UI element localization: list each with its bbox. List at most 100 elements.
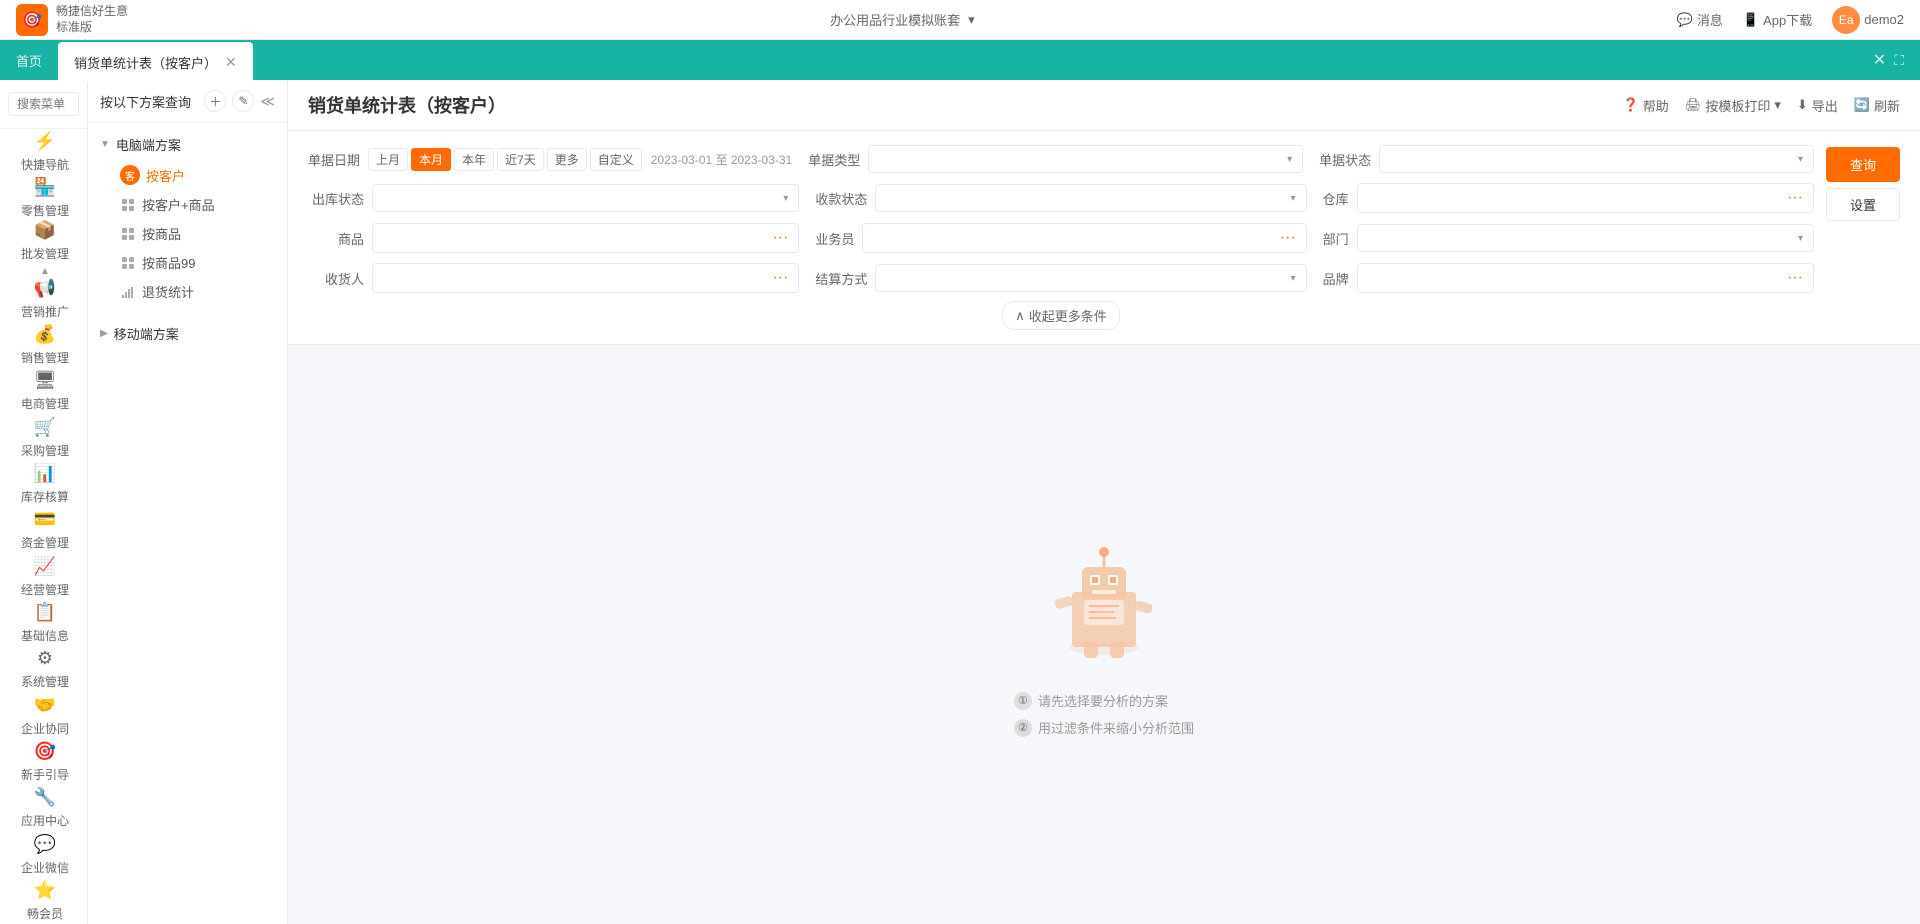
left-panel-title: 按以下方案查询 (100, 92, 191, 111)
industry-selector[interactable]: 办公用品行业模拟账套 ▾ (830, 10, 975, 29)
warehouse-label: 仓库 (1323, 189, 1349, 208)
message-btn[interactable]: 💬 消息 (1677, 10, 1723, 29)
logo-text-line1: 畅捷信好生意 (56, 4, 128, 20)
basic-label: 基础信息 (21, 627, 69, 644)
tip-1-num: ① (1014, 692, 1032, 710)
date-btn-custom[interactable]: 自定义 (590, 148, 642, 171)
tab-home[interactable]: 首页 (0, 40, 58, 80)
tree-desktop-node[interactable]: ▼ 电脑端方案 (88, 129, 287, 160)
product-input[interactable]: ··· (372, 223, 799, 253)
sidebar-item-retail[interactable]: 🏪 零售管理 (0, 175, 87, 221)
doc-status-arrow: ▾ (1798, 154, 1803, 165)
logo-icon: 🎯 (16, 4, 48, 36)
tab-close-icon[interactable]: ✕ (225, 54, 237, 71)
date-btn-this-year[interactable]: 本年 (454, 148, 494, 171)
date-btn-7days[interactable]: 近7天 (497, 148, 544, 171)
template-print-btn[interactable]: 🖨 按模板打印 ▾ (1685, 96, 1781, 115)
user-avatar-area[interactable]: Ea demo2 (1832, 6, 1904, 34)
customer-product-label: 按客户+商品 (142, 195, 215, 214)
tree-child-customer-product[interactable]: 按客户+商品 (88, 190, 287, 219)
settlement-select[interactable]: ▾ (875, 264, 1306, 292)
app-download-btn[interactable]: 📱 App下载 (1743, 10, 1812, 29)
sidebar-item-member[interactable]: ⭐ 畅会员 (0, 878, 87, 924)
sidebar-item-enterprise[interactable]: 🤝 企业协同 (0, 692, 87, 738)
marketing-icon: 📢 (34, 278, 56, 299)
sidebar-item-operations[interactable]: 📈 经营管理 (0, 554, 87, 600)
sidebar-item-wholesale[interactable]: 📦 批发管理 ▲ (0, 222, 87, 276)
settings-btn[interactable]: 设置 (1826, 188, 1900, 221)
sidebar-item-basic[interactable]: 📋 基础信息 (0, 600, 87, 646)
sidebar-item-finance[interactable]: 💳 资金管理 (0, 507, 87, 553)
staff-dots: ··· (1280, 229, 1296, 247)
sidebar-item-system[interactable]: ⚙ 系统管理 (0, 646, 87, 692)
edit-scheme-btn[interactable]: ✎ (232, 90, 254, 112)
collapse-btn[interactable]: ∧ 收起更多条件 (1002, 301, 1120, 330)
dept-select[interactable]: ▾ (1357, 224, 1814, 252)
add-scheme-btn[interactable]: ＋ (204, 90, 226, 112)
tree-mobile-node[interactable]: ▶ 移动端方案 (88, 318, 287, 349)
avatar-initials: Ea (1839, 13, 1854, 27)
purchase-icon: 🛒 (34, 417, 56, 438)
tab-maximize-btn[interactable]: ⛶ (1894, 52, 1904, 69)
tree-toggle-icon: ▼ (100, 139, 110, 150)
tree-child-by-customer[interactable]: 客 按客户 (88, 160, 287, 190)
receiver-input[interactable]: ··· (372, 263, 799, 293)
tip-1-text: 请先选择要分析的方案 (1038, 691, 1168, 710)
wechat-icon: 💬 (34, 834, 56, 855)
customer-product-icon (120, 197, 136, 213)
warehouse-input[interactable]: ··· (1357, 183, 1814, 213)
receive-status-select[interactable]: ▾ (875, 184, 1306, 212)
sidebar-item-appstore[interactable]: 🔧 应用中心 (0, 785, 87, 831)
date-filter: 单据日期 上月 本月 本年 近7天 更多 自定义 2023-03-01 至 20… (308, 148, 792, 171)
industry-dropdown-icon: ▾ (968, 12, 975, 28)
brand-input[interactable]: ··· (1357, 263, 1814, 293)
tab-close-btn[interactable]: ✕ (1873, 50, 1886, 70)
tree-child-product-99[interactable]: 按商品99 (88, 248, 287, 277)
tab-report[interactable]: 销货单统计表（按客户） ✕ (58, 42, 253, 82)
export-btn[interactable]: ⬇ 导出 (1797, 96, 1838, 115)
filter-row-4: 收货人 ··· 结算方式 ▾ (308, 263, 1814, 293)
staff-input[interactable]: ··· (862, 223, 1306, 253)
refresh-label: 刷新 (1874, 96, 1900, 115)
sidebar-item-wechat[interactable]: 💬 企业微信 (0, 831, 87, 877)
logo-text-line2: 标准版 (56, 20, 128, 36)
inventory-label: 库存核算 (21, 488, 69, 505)
sidebar-item-quick-nav[interactable]: ⚡ 快捷导航 (0, 129, 87, 175)
tip-2-text: 用过滤条件来缩小分析范围 (1038, 718, 1194, 737)
content-area: 销货单统计表（按客户） ❓ 帮助 🖨 按模板打印 ▾ ⬇ 导出 🔄 刷新 (288, 80, 1920, 924)
help-btn[interactable]: ❓ 帮助 (1623, 96, 1669, 115)
tree-mobile-label: 移动端方案 (114, 324, 179, 343)
sidebar-item-inventory[interactable]: 📊 库存核算 (0, 461, 87, 507)
sidebar-item-ecommerce[interactable]: 🖥 电商管理 (0, 368, 87, 414)
empty-tip-2: ② 用过滤条件来缩小分析范围 (1014, 718, 1194, 737)
receive-status-label: 收款状态 (815, 189, 867, 208)
sidebar-item-marketing[interactable]: 📢 营销推广 (0, 276, 87, 322)
purchase-label: 采购管理 (21, 442, 69, 459)
inventory-icon: 📊 (34, 463, 56, 484)
query-btn[interactable]: 查询 (1826, 147, 1900, 182)
search-input[interactable] (8, 92, 79, 116)
receive-status-arrow: ▾ (1291, 193, 1296, 204)
dept-arrow: ▾ (1798, 233, 1803, 244)
sidebar-item-purchase[interactable]: 🛒 采购管理 (0, 415, 87, 461)
empty-tip-1: ① 请先选择要分析的方案 (1014, 691, 1194, 710)
date-btn-more[interactable]: 更多 (547, 148, 587, 171)
top-bar-right: 💬 消息 📱 App下载 Ea demo2 (1677, 6, 1904, 34)
sidebar-item-newbie[interactable]: 🎯 新手引导 (0, 739, 87, 785)
sidebar-item-sales[interactable]: 💰 销售管理 (0, 322, 87, 368)
product-dots: ··· (772, 229, 788, 247)
tree-child-by-product[interactable]: 按商品 (88, 219, 287, 248)
out-status-select[interactable]: ▾ (372, 184, 799, 212)
export-icon: ⬇ (1797, 97, 1808, 113)
filter-fields: 单据日期 上月 本月 本年 近7天 更多 自定义 2023-03-01 至 20… (308, 145, 1814, 330)
wholesale-label: 批发管理 (21, 245, 69, 262)
tree-child-return-stats[interactable]: 退货统计 (88, 277, 287, 306)
doc-type-select[interactable]: ▾ (868, 145, 1303, 173)
date-btn-this-month[interactable]: 本月 (411, 148, 451, 171)
doc-status-select[interactable]: ▾ (1379, 145, 1814, 173)
refresh-btn[interactable]: 🔄 刷新 (1854, 96, 1900, 115)
add-icon: ＋ (209, 93, 221, 110)
date-buttons: 上月 本月 本年 近7天 更多 自定义 2023-03-01 至 2023-03… (368, 148, 792, 171)
date-btn-last-month[interactable]: 上月 (368, 148, 408, 171)
collapse-panel-btn[interactable]: ≪ (260, 93, 275, 110)
